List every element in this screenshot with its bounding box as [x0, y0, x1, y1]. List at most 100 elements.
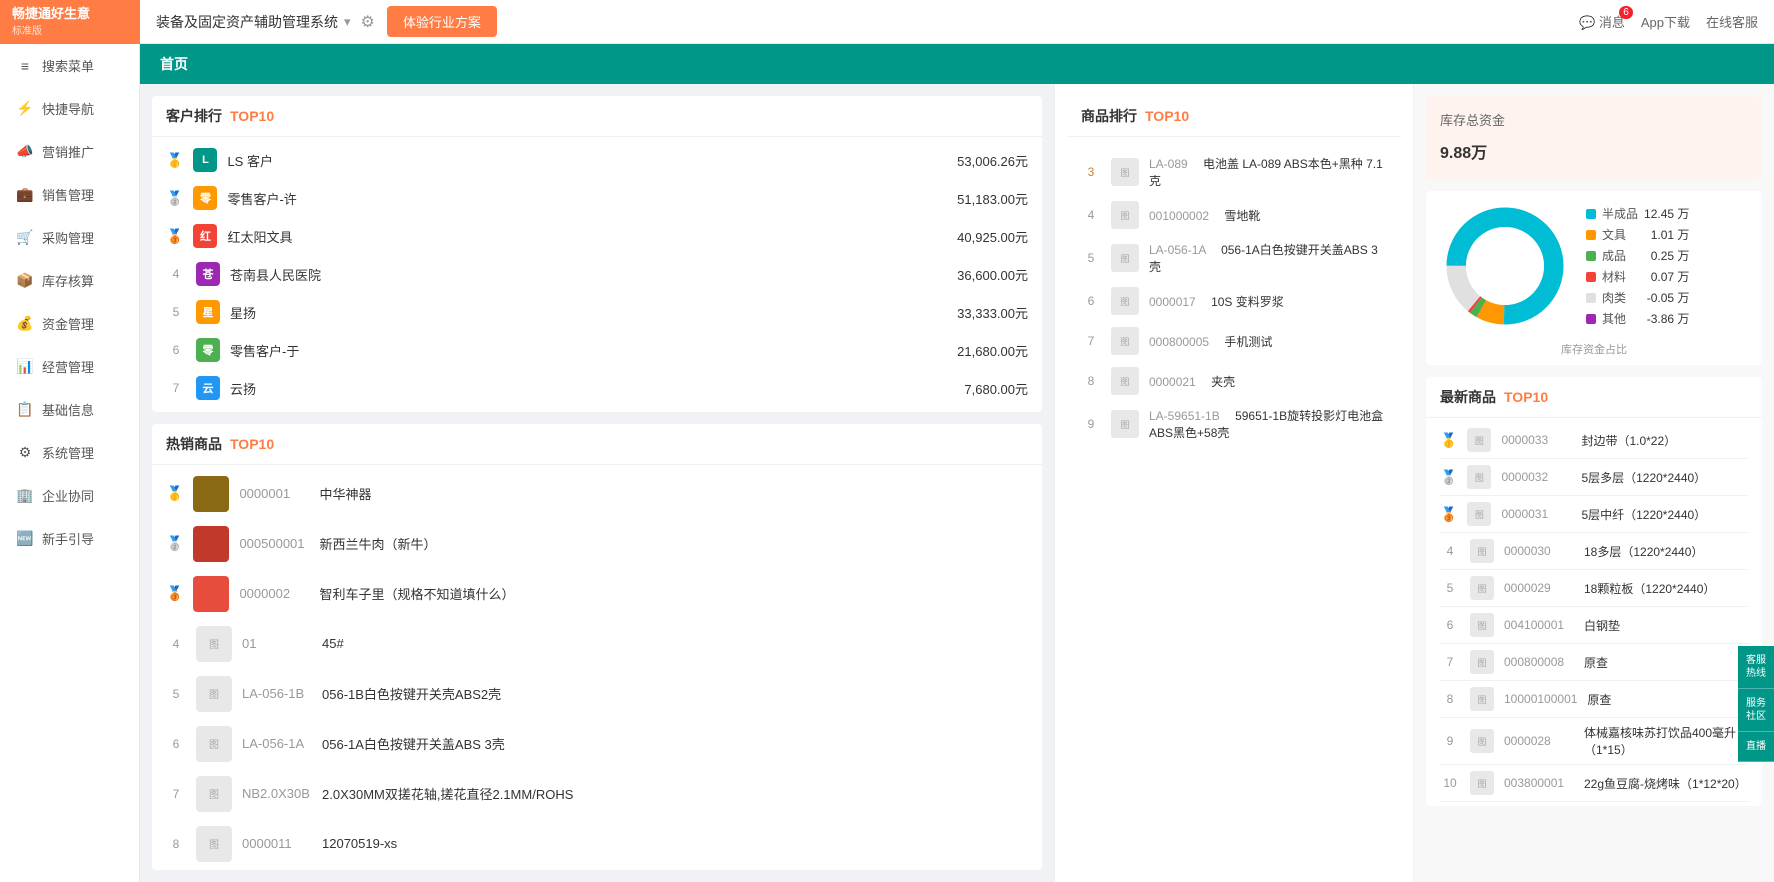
- list-item: 🥈 000500001 新西兰牛肉（新牛）: [152, 519, 1042, 569]
- product-code: 0000028: [1504, 734, 1574, 748]
- sidebar-item-search[interactable]: ≡搜索菜单: [0, 44, 139, 87]
- table-row: 6 图 0000017 10S 变料罗浆: [1067, 281, 1401, 321]
- product-thumbnail: 图: [1111, 410, 1139, 438]
- customer-ranking-card: 客户排行 TOP10 🥇 L LS 客户 53,006.26元 🥈 零 零售客户…: [152, 96, 1042, 412]
- rank-num: 3: [1081, 165, 1101, 179]
- sidebar-item-inventory[interactable]: 📦库存核算: [0, 259, 139, 302]
- product-thumbnail-placeholder: 图: [196, 726, 232, 762]
- product-name: 体械嘉核味苏打饮品400毫升（1*15）: [1584, 724, 1748, 758]
- product-name: 056-1B白色按键开关壳ABS2壳: [322, 684, 1028, 703]
- product-code: 001000002: [1149, 209, 1221, 223]
- message-badge[interactable]: 💬 消息 6: [1579, 12, 1625, 31]
- rank-num: 4: [1081, 208, 1101, 222]
- product-thumbnail: 图: [1111, 244, 1139, 272]
- mid-panel: 商品排行 TOP10 3 图 LA-089 电池盖 LA-089 ABS本色+黑…: [1054, 84, 1414, 882]
- legend-label: 文具: [1602, 226, 1645, 243]
- basic-icon: 📋: [16, 401, 34, 419]
- bronze-medal-icon: 🥉: [166, 228, 183, 245]
- settings-icon[interactable]: ⚙: [361, 12, 375, 32]
- new-products-header: 最新商品 TOP10: [1426, 377, 1762, 418]
- product-thumbnail: [193, 576, 229, 612]
- product-code: 0000001: [239, 486, 309, 501]
- trial-button[interactable]: 体验行业方案: [387, 6, 497, 37]
- search-icon: ≡: [16, 57, 34, 75]
- inventory-icon: 📦: [16, 272, 34, 290]
- page-header: 首页: [140, 44, 1774, 84]
- product-code: LA-056-1A: [1149, 243, 1218, 257]
- app-download[interactable]: App下载: [1641, 12, 1690, 31]
- product-info: LA-089 电池盖 LA-089 ABS本色+黑种 7.1克: [1149, 155, 1387, 189]
- legend-value: 12.45 万: [1644, 205, 1689, 222]
- rank-num: 5: [166, 687, 186, 701]
- product-thumbnail: [193, 526, 229, 562]
- customer-name: 红太阳文具: [227, 227, 947, 246]
- product-code: 000500001: [239, 536, 309, 551]
- legend-value: 1.01 万: [1651, 226, 1690, 243]
- sidebar-item-basic[interactable]: 📋基础信息: [0, 388, 139, 431]
- product-thumbnail: 图: [1470, 539, 1494, 563]
- legend-item: 其他 -3.86 万: [1586, 310, 1689, 327]
- list-item: 5 图 0000029 18颗粒板（1220*2440）: [1440, 570, 1748, 607]
- product-thumbnail: [193, 476, 229, 512]
- product-code: 0000002: [239, 586, 309, 601]
- list-item: 8 图 10000100001 原查: [1440, 681, 1748, 718]
- rank-num: 7: [1081, 334, 1101, 348]
- rank-num: 8: [1081, 374, 1101, 388]
- product-thumbnail-placeholder: 图: [196, 826, 232, 862]
- float-button[interactable]: 服务社区: [1738, 689, 1774, 732]
- product-name: 白钢垫: [1584, 617, 1748, 634]
- sidebar-item-system[interactable]: ⚙系统管理: [0, 431, 139, 474]
- table-row: 7 图 000800005 手机测试: [1067, 321, 1401, 361]
- sidebar-item-enterprise[interactable]: 🏢企业协同: [0, 474, 139, 517]
- silver-medal-icon: 🥈: [1440, 469, 1457, 486]
- guide-icon: 🆕: [16, 530, 34, 548]
- float-button[interactable]: 客服热线: [1738, 646, 1774, 689]
- sidebar-item-guide[interactable]: 🆕新手引导: [0, 517, 139, 560]
- list-item: 7 图 000800008 原查: [1440, 644, 1748, 681]
- list-item: 🥇 图 0000033 封边带（1.0*22）: [1440, 422, 1748, 459]
- avatar: 云: [196, 376, 220, 400]
- sidebar-item-operation[interactable]: 📊经营管理: [0, 345, 139, 388]
- sidebar-item-finance[interactable]: 💰资金管理: [0, 302, 139, 345]
- operation-icon: 📊: [16, 358, 34, 376]
- product-thumbnail: 图: [1470, 613, 1494, 637]
- list-item: 9 图 0000028 体械嘉核味苏打饮品400毫升（1*15）: [1440, 718, 1748, 765]
- product-thumbnail-placeholder: 图: [196, 626, 232, 662]
- rank-num: 6: [166, 343, 186, 357]
- list-item: 5 图 LA-056-1B 056-1B白色按键开关壳ABS2壳: [152, 669, 1042, 719]
- rank-num: 6: [1440, 618, 1460, 632]
- list-item: 4 图 01 45#: [152, 619, 1042, 669]
- dropdown-icon[interactable]: ▾: [344, 14, 351, 30]
- sidebar-item-marketing[interactable]: 📣营销推广: [0, 130, 139, 173]
- list-item: 6 图 LA-056-1A 056-1A白色按键开关盖ABS 3壳: [152, 719, 1042, 769]
- product-name: 原查: [1587, 691, 1748, 708]
- gold-medal-icon: 🥇: [1440, 432, 1457, 449]
- sidebar-item-purchase[interactable]: 🛒采购管理: [0, 216, 139, 259]
- table-row: 5 星 星扬 33,333.00元: [152, 293, 1042, 331]
- sidebar-item-shortcut[interactable]: ⚡快捷导航: [0, 87, 139, 130]
- legend-value: -3.86 万: [1647, 310, 1690, 327]
- table-row: 9 图 LA-59651-1B 59651-1B旋转投影灯电池盒ABS黑色+58…: [1067, 401, 1401, 447]
- table-row: 4 图 001000002 雪地靴: [1067, 195, 1401, 235]
- inventory-chart-card: 半成品 12.45 万 文具 1.01 万 成品 0.25 万 材料 0.07 …: [1426, 191, 1762, 365]
- rank-num: 5: [1440, 581, 1460, 595]
- page-title: 首页: [160, 56, 188, 72]
- float-button[interactable]: 直播: [1738, 732, 1774, 762]
- inventory-amount: 9.88万: [1440, 133, 1748, 165]
- sidebar-item-sales[interactable]: 💼销售管理: [0, 173, 139, 216]
- online-service[interactable]: 在线客服: [1706, 12, 1758, 31]
- customer-value: 33,333.00元: [957, 303, 1028, 322]
- product-ranking-header: 商品排行 TOP10: [1067, 96, 1401, 137]
- avatar: 零: [196, 338, 220, 362]
- product-info: 001000002 雪地靴: [1149, 207, 1387, 224]
- product-rank-list: 3 图 LA-089 电池盖 LA-089 ABS本色+黑种 7.1克 4 图 …: [1067, 149, 1401, 447]
- product-name: 18多层（1220*2440）: [1584, 543, 1748, 560]
- sales-icon: 💼: [16, 186, 34, 204]
- rank-num: 7: [166, 787, 186, 801]
- table-row: 5 图 LA-056-1A 056-1A白色按键开关盖ABS 3壳: [1067, 235, 1401, 281]
- legend-label: 其他: [1602, 310, 1641, 327]
- rank-num: 10: [1440, 776, 1460, 790]
- product-code: 0000030: [1504, 544, 1574, 558]
- rank-num: 7: [1440, 655, 1460, 669]
- product-info: 0000017 10S 变料罗浆: [1149, 293, 1387, 310]
